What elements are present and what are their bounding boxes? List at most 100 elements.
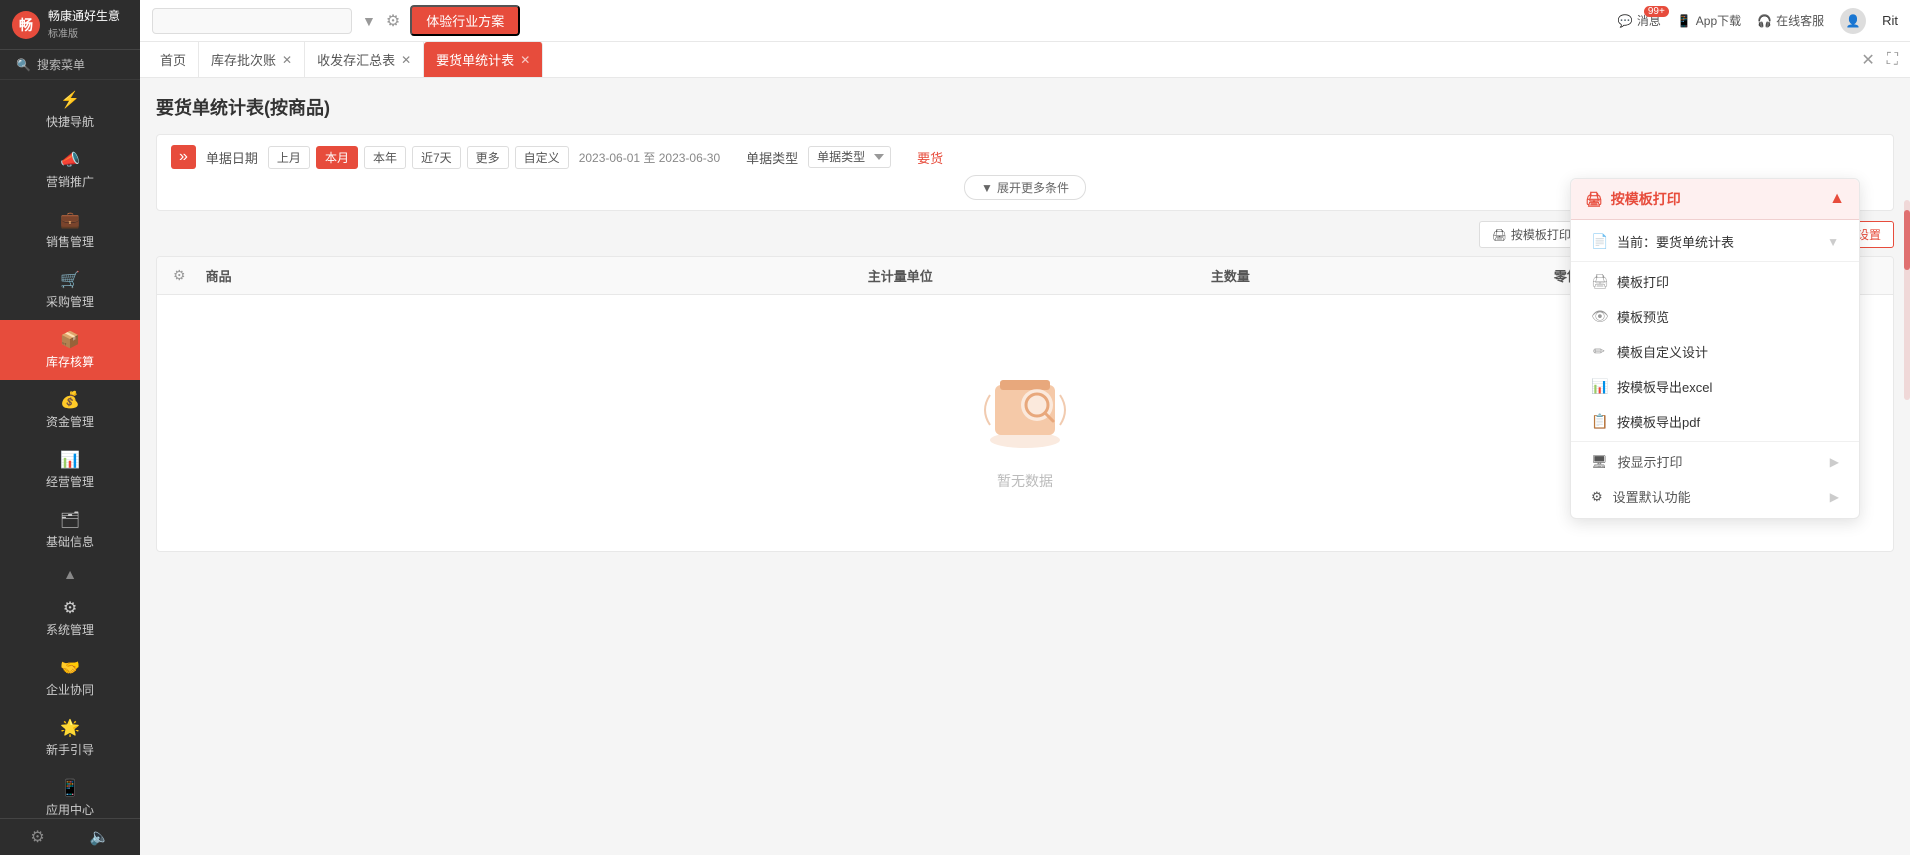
tab-inventory-batch-label: 库存批次账 <box>211 50 276 69</box>
filter-toggle-btn[interactable]: » <box>171 145 196 169</box>
sidebar-item-appstore[interactable]: 📱 应用中心 <box>0 768 140 818</box>
divider-1 <box>1571 261 1859 262</box>
tab-receipt-summary-close[interactable]: ✕ <box>401 53 411 67</box>
user-avatar[interactable]: 👤 <box>1840 8 1866 34</box>
sidebar-item-purchase[interactable]: 🛒 采购管理 <box>0 260 140 320</box>
print-label: 按模板打印 <box>1511 226 1571 243</box>
trial-btn[interactable]: 体验行业方案 <box>410 5 520 36</box>
date-btn-this-year[interactable]: 本年 <box>364 146 406 169</box>
sidebar-logo: 畅 畅康通好生意 标准版 <box>0 0 140 50</box>
th-product: 商品 <box>194 266 856 285</box>
dropdown-template-print[interactable]: 🖨 模板打印 <box>1571 264 1859 299</box>
messages-btn[interactable]: 💬 消息 99+ <box>1618 12 1661 29</box>
logo-icon: 畅 <box>12 11 40 39</box>
tab-receipt-summary-label: 收发存汇总表 <box>317 50 395 69</box>
sidebar-item-guide[interactable]: 🌟 新手引导 <box>0 708 140 768</box>
order-type-select[interactable]: 单据类型 <box>808 146 891 168</box>
sidebar-item-label: 系统管理 <box>46 621 94 638</box>
dropdown-current-template[interactable]: 📄 当前：要货单统计表 ▼ <box>1571 224 1859 259</box>
avatar-icon: 👤 <box>1846 14 1861 28</box>
template-excel-icon: 📊 <box>1591 378 1607 395</box>
template-pdf-icon: 📋 <box>1591 413 1607 430</box>
display-print-icon: 🖥 <box>1591 454 1608 470</box>
date-btn-custom[interactable]: 自定义 <box>515 146 569 169</box>
topbar-gear-icon[interactable]: ⚙ <box>386 11 400 31</box>
tab-order-stats-close[interactable]: ✕ <box>520 53 530 67</box>
tab-inventory-batch[interactable]: 库存批次账 ✕ <box>199 42 305 77</box>
sound-icon[interactable]: 🔈 <box>90 827 110 847</box>
sidebar-item-operations[interactable]: 📊 经营管理 <box>0 440 140 500</box>
sidebar-item-marketing[interactable]: 📣 营销推广 <box>0 140 140 200</box>
online-service-btn[interactable]: 🎧 在线客服 <box>1757 12 1824 29</box>
date-btn-last-7days[interactable]: 近7天 <box>412 146 461 169</box>
expand-more-btn[interactable]: ▼ 展开更多条件 <box>964 175 1086 200</box>
tab-order-stats-label: 要货单统计表 <box>436 50 514 69</box>
dropdown-display-print[interactable]: 🖥 按显示打印 ▶ <box>1571 444 1859 479</box>
page-title: 要货单统计表(按商品) <box>156 94 1894 120</box>
enterprise-icon: 🤝 <box>60 658 80 678</box>
sidebar-item-basic[interactable]: 🗂 基础信息 <box>0 500 140 560</box>
settings-icon[interactable]: ⚙ <box>30 827 44 847</box>
filter-row-1: » 单据日期 上月 本月 本年 近7天 更多 自定义 2023-06-01 至 … <box>171 145 1879 169</box>
sidebar-item-label: 经营管理 <box>46 473 94 490</box>
empty-text: 暂无数据 <box>997 471 1053 491</box>
dropdown-template-custom[interactable]: ✏ 模板自定义设计 <box>1571 334 1859 369</box>
tab-inventory-batch-close[interactable]: ✕ <box>282 53 292 67</box>
template-preview-label: 模板预览 <box>1617 307 1669 326</box>
sales-icon: 💼 <box>60 210 80 230</box>
sidebar-item-sales[interactable]: 💼 销售管理 <box>0 200 140 260</box>
table-gear-icon[interactable]: ⚙ <box>165 267 194 284</box>
tabs-bar: 首页 库存批次账 ✕ 收发存汇总表 ✕ 要货单统计表 ✕ ✕ ⛶ <box>140 42 1910 78</box>
sidebar-bottom: ⚙ 🔈 <box>0 818 140 855</box>
date-btn-last-month[interactable]: 上月 <box>268 146 310 169</box>
sidebar-item-label: 应用中心 <box>46 801 94 818</box>
tab-home[interactable]: 首页 <box>148 42 199 77</box>
sidebar-item-finance[interactable]: 💰 资金管理 <box>0 380 140 440</box>
template-preview-icon: 👁 <box>1591 308 1607 325</box>
sidebar: 畅 畅康通好生意 标准版 🔍 搜索菜单 ⚡ 快捷导航 📣 营销推广 💼 销售管理… <box>0 0 140 855</box>
date-filter: 上月 本月 本年 近7天 更多 自定义 <box>268 146 569 169</box>
date-btn-more[interactable]: 更多 <box>467 146 509 169</box>
appstore-icon: 📱 <box>60 778 80 798</box>
tab-home-label: 首页 <box>160 50 186 69</box>
basic-icon: 🗂 <box>60 510 80 530</box>
sidebar-item-label: 库存核算 <box>46 353 94 370</box>
dropdown-template-excel[interactable]: 📊 按模板导出excel <box>1571 369 1859 404</box>
template-pdf-label: 按模板导出pdf <box>1617 412 1700 431</box>
inventory-icon: 📦 <box>60 330 80 350</box>
sidebar-item-inventory[interactable]: 📦 库存核算 <box>0 320 140 380</box>
page-scrollbar[interactable] <box>1904 200 1910 400</box>
dropdown-print-icon: 🖨 <box>1585 191 1603 208</box>
headset-icon: 🎧 <box>1757 14 1772 28</box>
topbar-search-input[interactable] <box>152 8 352 34</box>
dropdown-template-preview[interactable]: 👁 模板预览 <box>1571 299 1859 334</box>
purchase-icon: 🛒 <box>60 270 80 290</box>
logo-sub: 标准版 <box>48 25 120 40</box>
scroll-up-btn[interactable]: ▲ <box>61 564 79 584</box>
sidebar-item-enterprise[interactable]: 🤝 企业协同 <box>0 648 140 708</box>
sidebar-item-system[interactable]: ⚙ 系统管理 <box>0 588 140 648</box>
dropdown-collapse-icon[interactable]: ▲ <box>1829 190 1845 208</box>
template-print-icon: 🖨 <box>1591 273 1607 290</box>
tabs-maximize-btn[interactable]: ⛶ <box>1883 49 1902 71</box>
dropdown-default-func[interactable]: ⚙ 设置默认功能 ▶ <box>1571 479 1859 514</box>
marketing-icon: 📣 <box>60 150 80 170</box>
default-func-label: 设置默认功能 <box>1613 487 1691 506</box>
date-btn-this-month[interactable]: 本月 <box>316 146 358 169</box>
sidebar-search[interactable]: 🔍 搜索菜单 <box>0 50 140 80</box>
tabs-close-btn[interactable]: ✕ <box>1857 48 1878 72</box>
tab-receipt-summary[interactable]: 收发存汇总表 ✕ <box>305 42 424 77</box>
template-excel-label: 按模板导出excel <box>1617 377 1712 396</box>
app-download-btn[interactable]: 📱 App下载 <box>1677 12 1741 29</box>
display-print-label: 按显示打印 <box>1618 452 1683 471</box>
dropdown-header: 🖨 按模板打印 ▲ <box>1571 179 1859 220</box>
sidebar-nav: ⚡ 快捷导航 📣 营销推广 💼 销售管理 🛒 采购管理 📦 库存核算 💰 资金管… <box>0 80 140 818</box>
sidebar-item-label: 营销推广 <box>46 173 94 190</box>
current-arrow-icon: ▼ <box>1827 235 1839 249</box>
template-print-label: 模板打印 <box>1617 272 1669 291</box>
dropdown-template-pdf[interactable]: 📋 按模板导出pdf <box>1571 404 1859 439</box>
topbar-chevron-icon[interactable]: ▼ <box>362 13 376 29</box>
main-content: ▼ ⚙ 体验行业方案 💬 消息 99+ 📱 App下载 🎧 在线客服 👤 Rit <box>140 0 1910 855</box>
tab-order-stats[interactable]: 要货单统计表 ✕ <box>424 42 543 77</box>
sidebar-item-quick-nav[interactable]: ⚡ 快捷导航 <box>0 80 140 140</box>
